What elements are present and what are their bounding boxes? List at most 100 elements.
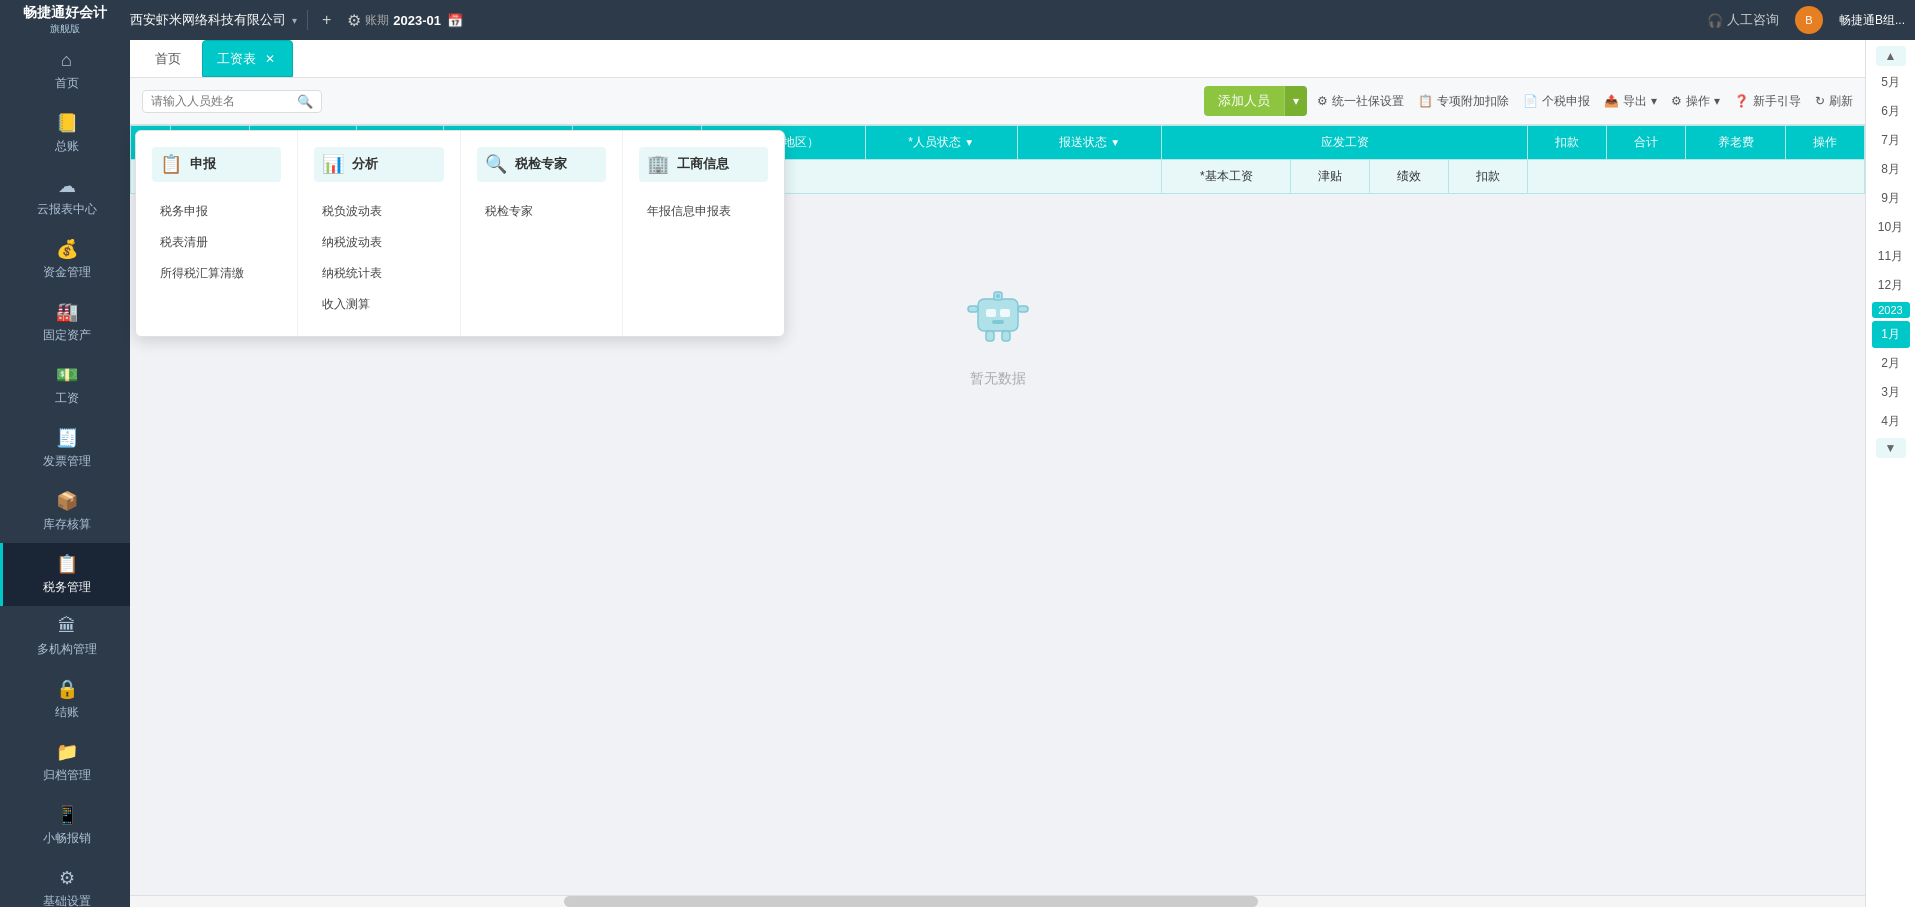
month-item-2024-4[interactable]: 4月: [1872, 408, 1910, 435]
sidebar-item-label: 归档管理: [43, 767, 91, 784]
th-allowance-label: 津贴: [1318, 169, 1342, 183]
commerce-section: 🏢 工商信息 年报信息申报表: [622, 131, 784, 336]
tax-expert-section: 🔍 税检专家 税检专家: [460, 131, 622, 336]
search-icon: 🔍: [297, 94, 313, 109]
search-input[interactable]: [151, 94, 291, 108]
sidebar-item-cloud-report[interactable]: ☁ 云报表中心: [0, 165, 130, 228]
declare-item-tax-table[interactable]: 税表清册: [152, 227, 281, 258]
company-selector[interactable]: 西安虾米网络科技有限公司 ▾: [130, 11, 297, 29]
tax-report-action[interactable]: 📄 个税申报: [1523, 93, 1590, 110]
th-wage-group-label: 应发工资: [1321, 135, 1369, 149]
special-deduction-icon: 📋: [1418, 94, 1433, 108]
tab-bar: 首页 工资表 ✕: [130, 40, 1865, 78]
sidebar-item-ledger[interactable]: 📒 总账: [0, 102, 130, 165]
sidebar-item-basic-settings[interactable]: ⚙ 基础设置: [0, 857, 130, 907]
tax-expert-item[interactable]: 税检专家: [477, 196, 606, 227]
item-label: 纳税统计表: [322, 266, 382, 280]
declare-item-income-tax[interactable]: 所得税汇算清缴: [152, 258, 281, 289]
th-deduct2-label: 扣款: [1476, 169, 1500, 183]
commerce-title: 工商信息: [677, 155, 729, 173]
tab-label: 工资表: [217, 50, 256, 68]
th-report-status-label: 报送状态: [1059, 135, 1107, 149]
sidebar-item-tax-mgmt[interactable]: 📋 税务管理: [0, 543, 130, 606]
svg-rect-7: [986, 331, 994, 341]
add-btn-label: 添加人员: [1218, 92, 1270, 110]
calendar-icon[interactable]: 📅: [447, 13, 463, 28]
sidebar-item-label: 固定资产: [43, 327, 91, 344]
th-status-label: *人员状态: [908, 135, 961, 149]
prev-year-button[interactable]: ▲: [1876, 46, 1906, 66]
sidebar-item-mini-sales[interactable]: 📱 小畅报销: [0, 794, 130, 857]
export-label: 导出: [1623, 93, 1647, 110]
close-period-icon: 🔒: [56, 678, 78, 700]
analysis-item-1[interactable]: 税负波动表: [314, 196, 443, 227]
th-wage-group: 应发工资: [1162, 126, 1528, 160]
sidebar-item-inventory[interactable]: 📦 库存核算: [0, 480, 130, 543]
month-item-10[interactable]: 10月: [1872, 214, 1910, 241]
refresh-action[interactable]: ↻ 刷新: [1815, 93, 1853, 110]
item-label: 税检专家: [485, 204, 533, 218]
month-item-8[interactable]: 8月: [1872, 156, 1910, 183]
month-item-2024-1[interactable]: 1月: [1872, 321, 1910, 348]
sidebar-item-salary[interactable]: 💵 工资: [0, 354, 130, 417]
sidebar-item-invoice[interactable]: 🧾 发票管理: [0, 417, 130, 480]
commerce-icon: 🏢: [647, 153, 669, 175]
tab-home[interactable]: 首页: [140, 40, 196, 77]
svg-rect-0: [978, 299, 1018, 331]
sidebar-item-fund[interactable]: 💰 资金管理: [0, 228, 130, 291]
customer-service[interactable]: 🎧 人工咨询: [1707, 11, 1779, 29]
month-item-9[interactable]: 9月: [1872, 185, 1910, 212]
top-bar: 畅捷通好会计 旗舰版 西安虾米网络科技有限公司 ▾ + ⚙ 账期 2023-01…: [0, 0, 1915, 40]
tab-close-icon[interactable]: ✕: [262, 51, 278, 67]
analysis-item-2[interactable]: 纳税波动表: [314, 227, 443, 258]
month-item-11[interactable]: 11月: [1872, 243, 1910, 270]
declare-item-tax-declare[interactable]: 税务申报: [152, 196, 281, 227]
month-item-12[interactable]: 12月: [1872, 272, 1910, 299]
next-year-button[interactable]: ▼: [1876, 438, 1906, 458]
th-performance-label: 绩效: [1397, 169, 1421, 183]
month-item-2024-2[interactable]: 2月: [1872, 350, 1910, 377]
analysis-item-3[interactable]: 纳税统计表: [314, 258, 443, 289]
th-status[interactable]: *人员状态 ▼: [865, 126, 1017, 160]
item-label: 所得税汇算清缴: [160, 266, 244, 280]
inventory-icon: 📦: [56, 490, 78, 512]
th-operation-label: 操作: [1813, 135, 1837, 149]
add-person-button[interactable]: 添加人员: [1204, 86, 1284, 116]
add-company-button[interactable]: +: [318, 9, 335, 31]
filter-icon: ▼: [964, 137, 974, 148]
sidebar-item-label: 基础设置: [43, 893, 91, 907]
month-item-6[interactable]: 6月: [1872, 98, 1910, 125]
month-item-2024-3[interactable]: 3月: [1872, 379, 1910, 406]
user-name[interactable]: 畅捷通B组...: [1839, 12, 1905, 29]
sidebar-item-label: 发票管理: [43, 453, 91, 470]
social-security-action[interactable]: ⚙ 统一社保设置: [1317, 93, 1404, 110]
tab-salary[interactable]: 工资表 ✕: [202, 40, 293, 77]
operation-action[interactable]: ⚙ 操作 ▾: [1671, 93, 1720, 110]
sidebar-item-fixed-assets[interactable]: 🏭 固定资产: [0, 291, 130, 354]
export-action[interactable]: 📤 导出 ▾: [1604, 93, 1657, 110]
add-person-dropdown-button[interactable]: ▾: [1284, 86, 1307, 116]
settings-button[interactable]: ⚙: [343, 9, 365, 32]
special-deduction-action[interactable]: 📋 专项附加扣除: [1418, 93, 1509, 110]
refresh-label: 刷新: [1829, 93, 1853, 110]
th-empty2: [1528, 160, 1865, 194]
sidebar-item-close[interactable]: 🔒 结账: [0, 668, 130, 731]
month-item-5[interactable]: 5月: [1872, 69, 1910, 96]
bottom-scrollbar[interactable]: [130, 895, 1865, 907]
scrollbar-thumb[interactable]: [564, 896, 1258, 907]
svg-rect-5: [968, 306, 978, 312]
guide-action[interactable]: ❓ 新手引导: [1734, 93, 1801, 110]
guide-icon: ❓: [1734, 94, 1749, 108]
month-item-7[interactable]: 7月: [1872, 127, 1910, 154]
analysis-item-4[interactable]: 收入测算: [314, 289, 443, 320]
commerce-item[interactable]: 年报信息申报表: [639, 196, 768, 227]
svg-rect-3: [992, 320, 1004, 324]
sidebar-item-home[interactable]: ⌂ 首页: [0, 40, 130, 102]
avatar: B: [1795, 6, 1823, 34]
sidebar-item-archive[interactable]: 📁 归档管理: [0, 731, 130, 794]
analysis-header: 📊 分析: [314, 147, 443, 182]
th-report-status[interactable]: 报送状态 ▼: [1017, 126, 1161, 160]
dropdown-inner: 📋 申报 税务申报 税表清册 所得税汇算清缴 📊 分析: [136, 131, 784, 336]
tax-expert-icon: 🔍: [485, 153, 507, 175]
sidebar-item-multi-org[interactable]: 🏛 多机构管理: [0, 606, 130, 668]
